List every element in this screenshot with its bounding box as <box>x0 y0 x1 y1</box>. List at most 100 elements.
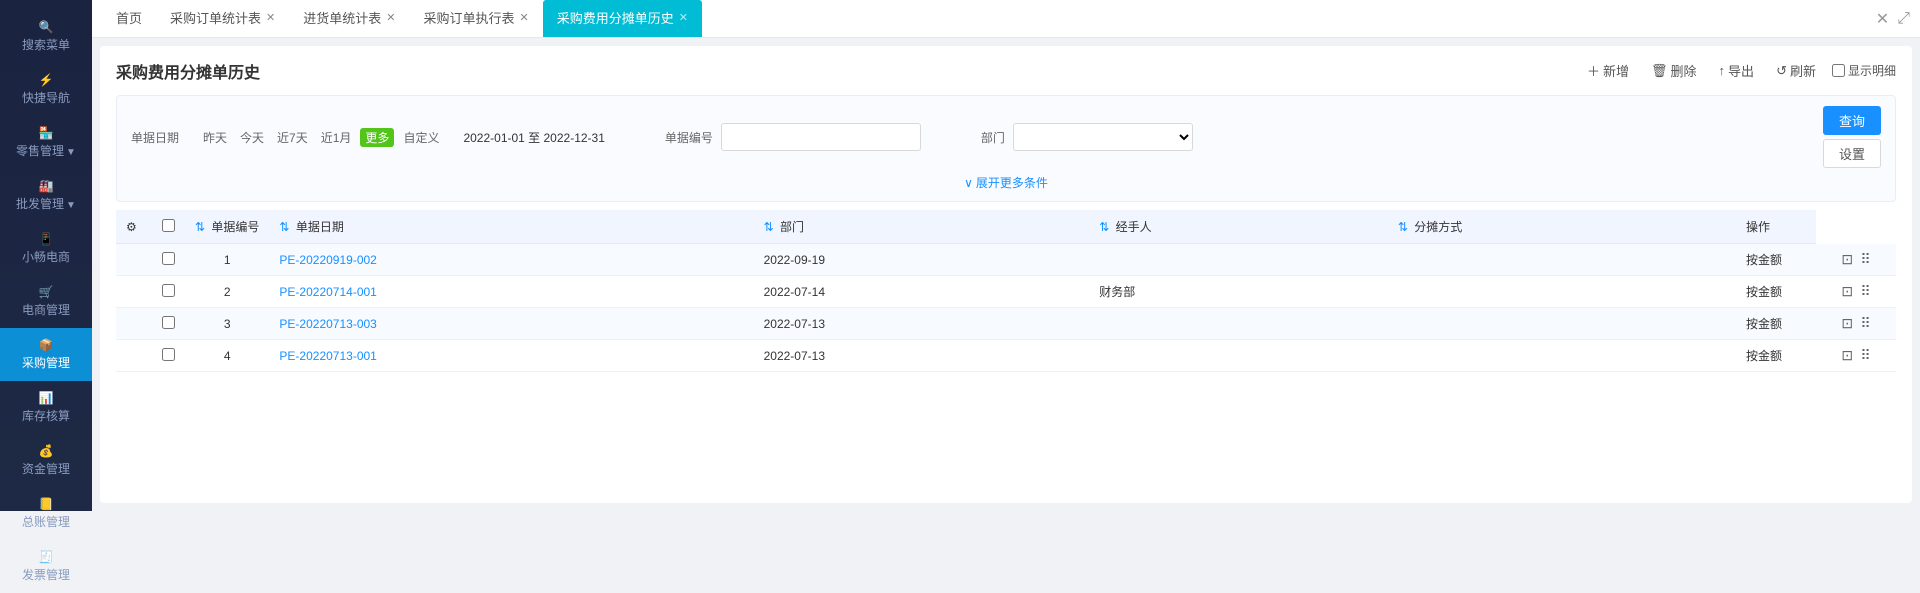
close-window-icon[interactable]: ✕ <box>1876 9 1889 29</box>
sidebar-item-invoice[interactable]: 🧾 发票管理 <box>0 540 92 593</box>
refresh-button[interactable]: ↺ 刷新 <box>1770 58 1822 83</box>
edit-icon[interactable]: ⊡ <box>1841 347 1853 363</box>
add-icon: ＋ <box>1587 61 1600 80</box>
sidebar-item-invoice-label: 发票管理 <box>5 566 87 583</box>
docno-link[interactable]: PE-20220713-001 <box>279 349 376 363</box>
sidebar-item-accounting[interactable]: 📒 总账管理 <box>0 487 92 540</box>
export-button[interactable]: ↑ 导出 <box>1713 58 1761 83</box>
table-row: 3 PE-20220713-003 2022-07-13 按金额 ⊡ ⠿ <box>116 308 1896 340</box>
show-cols-button[interactable]: 显示明细 <box>1832 62 1896 79</box>
col-checkbox <box>152 210 185 244</box>
row-actions: ⊡ ⠿ <box>1816 276 1896 308</box>
delete-button[interactable]: 🗑 删除 <box>1645 58 1703 83</box>
tab-purchase-order-stats-label: 采购订单统计表 <box>170 8 261 27</box>
row-dept <box>1089 308 1388 340</box>
dept-filter-label: 部门 <box>981 129 1005 146</box>
sidebar-item-finance[interactable]: 💰 资金管理 <box>0 434 92 487</box>
sidebar-item-retail[interactable]: 🏪 零售管理▼ <box>0 116 92 169</box>
col-handler-header: ⇅ 经手人 <box>1089 210 1388 244</box>
row-handler <box>1388 308 1736 340</box>
more-icon[interactable]: ⠿ <box>1860 283 1870 299</box>
tab-purchase-cost-history-label: 采购费用分摊单历史 <box>557 8 674 27</box>
add-button[interactable]: ＋ 新增 <box>1581 58 1635 83</box>
row-checkbox[interactable] <box>162 252 175 265</box>
row-actions: ⊡ ⠿ <box>1816 244 1896 276</box>
row-checkbox[interactable] <box>162 348 175 361</box>
show-cols-checkbox[interactable] <box>1832 64 1845 77</box>
more-icon[interactable]: ⠿ <box>1860 315 1870 331</box>
table-row: 1 PE-20220919-002 2022-09-19 按金额 ⊡ ⠿ <box>116 244 1896 276</box>
row-num: 2 <box>185 276 269 308</box>
sidebar-item-purchase[interactable]: 📦 采购管理 <box>0 328 92 381</box>
sort-splitmethod-icon[interactable]: ⇅ <box>1398 220 1408 234</box>
docno-link[interactable]: PE-20220714-001 <box>279 285 376 299</box>
row-docno: PE-20220713-003 <box>269 308 753 340</box>
shortcut-today[interactable]: 今天 <box>236 128 268 147</box>
row-checkbox[interactable] <box>162 284 175 297</box>
export-icon: ↑ <box>1719 63 1726 78</box>
shortcut-custom[interactable]: 自定义 <box>399 128 443 147</box>
sidebar-item-inventory[interactable]: 📊 库存核算 <box>0 381 92 434</box>
tab-purchase-order-exec[interactable]: 采购订单执行表 ✕ <box>409 0 542 37</box>
docno-filter-group: 单据编号 <box>665 123 921 151</box>
expand-more-button[interactable]: ∨ 展开更多条件 <box>964 174 1048 191</box>
docno-link[interactable]: PE-20220713-003 <box>279 317 376 331</box>
sidebar-item-wholesale[interactable]: 🏭 批发管理▼ <box>0 169 92 222</box>
row-gear <box>116 340 152 372</box>
expand-row: ∨ 展开更多条件 <box>131 174 1881 191</box>
sidebar-item-ecommerce-label: 电商管理 <box>5 301 87 318</box>
row-splitmethod: 按金额 <box>1736 276 1816 308</box>
sidebar-item-mini[interactable]: 📱 小畅电商 <box>0 222 92 275</box>
sidebar-item-quicknav[interactable]: ⚡ 快捷导航 <box>0 63 92 116</box>
shortcut-7days[interactable]: 近7天 <box>273 128 312 147</box>
dept-filter-group: 部门 <box>981 123 1193 151</box>
sort-dept-icon[interactable]: ⇅ <box>764 220 774 234</box>
tab-purchase-order-exec-close[interactable]: ✕ <box>520 11 529 24</box>
retail-icon: 🏪 <box>39 126 54 140</box>
table-body: 1 PE-20220919-002 2022-09-19 按金额 ⊡ ⠿ 2 P… <box>116 244 1896 372</box>
search-menu-icon: 🔍 <box>39 20 54 34</box>
date-filter-label: 单据日期 <box>131 129 179 146</box>
shortcut-yesterday[interactable]: 昨天 <box>199 128 231 147</box>
edit-icon[interactable]: ⊡ <box>1841 315 1853 331</box>
docno-input[interactable] <box>721 123 921 151</box>
row-checkbox[interactable] <box>162 316 175 329</box>
sidebar-item-search[interactable]: 🔍 搜索菜单 <box>0 10 92 63</box>
tab-incoming-stats[interactable]: 进货单统计表 ✕ <box>289 0 409 37</box>
row-actions: ⊡ ⠿ <box>1816 340 1896 372</box>
more-icon[interactable]: ⠿ <box>1860 347 1870 363</box>
sidebar-item-ecommerce[interactable]: 🛒 电商管理 <box>0 275 92 328</box>
gear-icon[interactable]: ⚙ <box>126 220 137 234</box>
docno-filter-label: 单据编号 <box>665 129 713 146</box>
more-icon[interactable]: ⠿ <box>1860 251 1870 267</box>
page-header: 采购费用分摊单历史 ＋ 新增 🗑 删除 ↑ 导出 ↺ 刷新 <box>116 58 1896 83</box>
tab-home[interactable]: 首页 <box>102 0 156 37</box>
docno-link[interactable]: PE-20220919-002 <box>279 253 376 267</box>
row-checkbox-cell <box>152 276 185 308</box>
row-docdate: 2022-09-19 <box>754 244 1090 276</box>
row-splitmethod: 按金额 <box>1736 308 1816 340</box>
shortcut-1month[interactable]: 近1月 <box>317 128 356 147</box>
tab-purchase-order-stats[interactable]: 采购订单统计表 ✕ <box>156 0 289 37</box>
settings-button[interactable]: 设置 <box>1823 139 1881 168</box>
sort-handler-icon[interactable]: ⇅ <box>1099 220 1109 234</box>
select-all-checkbox[interactable] <box>162 219 175 232</box>
tab-purchase-order-stats-close[interactable]: ✕ <box>266 11 275 24</box>
sort-docno-icon[interactable]: ⇅ <box>195 220 205 234</box>
tab-purchase-cost-history[interactable]: 采购费用分摊单历史 ✕ <box>543 0 702 37</box>
filter-row-1: 单据日期 昨天 今天 近7天 近1月 更多 自定义 2022-01-01 至 2… <box>131 106 1881 168</box>
edit-icon[interactable]: ⊡ <box>1841 251 1853 267</box>
maximize-window-icon[interactable]: ⤢ <box>1897 10 1910 28</box>
edit-icon[interactable]: ⊡ <box>1841 283 1853 299</box>
quicknav-icon: ⚡ <box>39 73 54 87</box>
sort-docdate-icon[interactable]: ⇅ <box>279 220 289 234</box>
wholesale-icon: 🏭 <box>39 179 54 193</box>
add-label: 新增 <box>1603 61 1629 80</box>
shortcut-more[interactable]: 更多 <box>360 128 394 147</box>
tab-incoming-stats-close[interactable]: ✕ <box>386 11 395 24</box>
query-button[interactable]: 查询 <box>1823 106 1881 135</box>
dept-select[interactable] <box>1013 123 1193 151</box>
tab-purchase-cost-history-close[interactable]: ✕ <box>679 11 688 24</box>
sidebar-item-quicknav-label: 快捷导航 <box>5 89 87 106</box>
row-gear <box>116 276 152 308</box>
